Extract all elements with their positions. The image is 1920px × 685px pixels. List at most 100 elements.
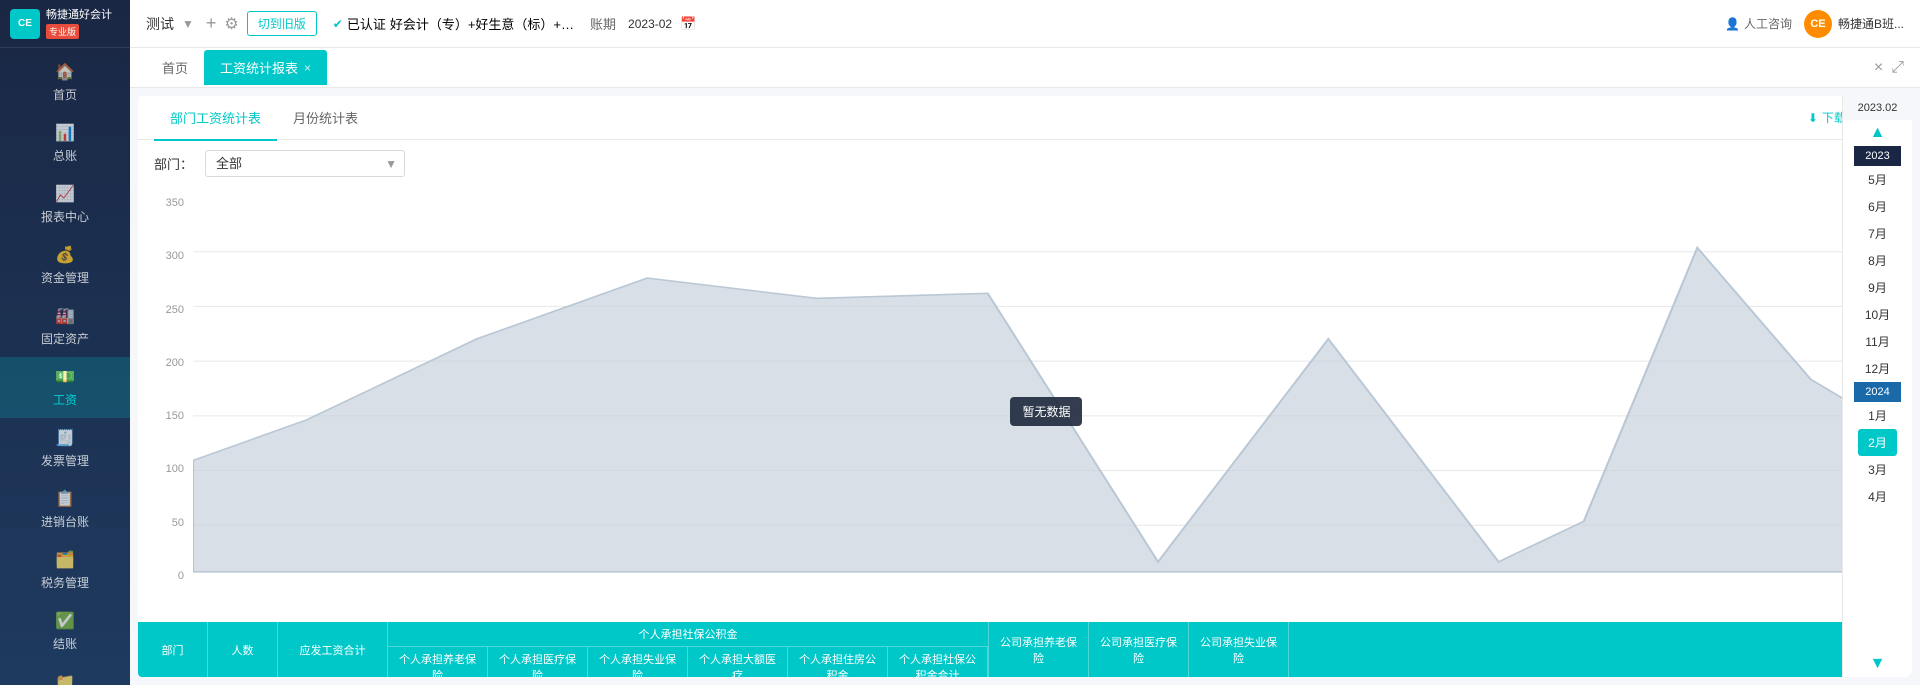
calendar-icon[interactable]: 📅 [680, 16, 696, 32]
chart-container: 050100150200250300350 [138, 187, 1912, 622]
settle-label: 结账 [53, 635, 77, 652]
reports-label: 报表中心 [41, 208, 89, 225]
panel-close-button[interactable]: × [1874, 59, 1883, 77]
sidebar-item-tax[interactable]: 🗂️ 税务管理 [0, 540, 130, 601]
tab-payroll-report[interactable]: 工资统计报表 × [204, 50, 327, 85]
sidebar-item-sales[interactable]: 📋 进销台账 [0, 479, 130, 540]
date-panel: 2023.02 ▲ 20235月6月7月8月9月10月11月12月20241月2… [1842, 96, 1912, 677]
filter-row: 部门： 全部财务部技术部销售部人事部 ▼ [138, 140, 1912, 187]
date-month-item[interactable]: 5月 [1854, 166, 1901, 193]
user-menu[interactable]: CE 畅捷通B班... [1804, 10, 1904, 38]
invoices-icon: 🧾 [55, 428, 75, 448]
topbar: 测试 ▼ + ⚙ 切到旧版 ✔ 已认证 好会计（专）+好生意（标）+… 账期 2… [130, 0, 1920, 48]
sidebar-item-invoices[interactable]: 🧾 发票管理 [0, 418, 130, 479]
sidebar-nav: 🏠 首页 📊 总账 📈 报表中心 💰 资金管理 🏭 固定资产 💵 工资 🧾 发票… [0, 48, 130, 685]
chart-svg [193, 197, 1896, 582]
funds-label: 资金管理 [41, 269, 89, 286]
switch-version-button[interactable]: 切到旧版 [247, 11, 317, 36]
home-label: 首页 [53, 86, 77, 103]
assets-icon: 🏭 [55, 306, 75, 326]
period-value: 2023-02 [628, 17, 672, 31]
date-month-item[interactable]: 11月 [1854, 328, 1901, 355]
sidebar: CE 畅捷通好会计 专业版 🏠 首页 📊 总账 📈 报表中心 💰 资金管理 🏭 … [0, 0, 130, 685]
tab-close-icon[interactable]: × [304, 61, 311, 75]
date-months-list: 20235月6月7月8月9月10月11月12月20241月2月3月4月 [1854, 146, 1901, 651]
tab-monthly-stats[interactable]: 月份统计表 [277, 96, 374, 141]
sidebar-item-settle[interactable]: ✅ 结账 [0, 601, 130, 662]
company-header-cell: 公司承担失业保险 [1189, 622, 1289, 677]
certified-icon: ✔ [333, 17, 343, 31]
y-axis-label: 150 [154, 410, 184, 422]
tax-label: 税务管理 [41, 574, 89, 591]
help-button[interactable]: 👤 人工咨询 [1725, 15, 1792, 32]
help-icon: 👤 [1725, 17, 1740, 31]
date-month-item[interactable]: 12月 [1854, 355, 1901, 382]
payroll-icon: 💵 [55, 367, 75, 387]
tags-text: 好会计（专）+好生意（标）+… [390, 14, 574, 33]
topbar-right: 👤 人工咨询 CE 畅捷通B班... [1725, 10, 1904, 38]
tab-dept-stats[interactable]: 部门工资统计表 [154, 96, 277, 141]
group-col-header: 个人承担养老保险 [388, 647, 488, 677]
dept-select[interactable]: 全部财务部技术部销售部人事部 [205, 150, 405, 177]
payroll-label: 工资 [53, 391, 77, 408]
panel-expand-button[interactable]: ⤢ [1891, 59, 1904, 77]
company-header-cell: 公司承担养老保险 [989, 622, 1089, 677]
chart-y-labels: 050100150200250300350 [154, 197, 184, 582]
date-month-item[interactable]: 10月 [1854, 301, 1901, 328]
date-month-item[interactable]: 4月 [1854, 483, 1901, 510]
user-name: 畅捷通B班... [1838, 15, 1904, 32]
date-month-item[interactable]: 7月 [1854, 220, 1901, 247]
sidebar-item-archive[interactable]: 📁 归档管理 [0, 662, 130, 685]
sidebar-item-assets[interactable]: 🏭 固定资产 [0, 296, 130, 357]
home-icon: 🏠 [55, 62, 75, 82]
sidebar-logo: CE 畅捷通好会计 专业版 [0, 0, 130, 48]
company-dropdown-icon[interactable]: ▼ [182, 17, 194, 31]
settle-icon: ✅ [55, 611, 75, 631]
assets-label: 固定资产 [41, 330, 89, 347]
dept-select-wrapper: 全部财务部技术部销售部人事部 ▼ [205, 150, 405, 177]
year-2023-section[interactable]: 2023 [1854, 146, 1901, 166]
sales-icon: 📋 [55, 489, 75, 509]
date-month-item[interactable]: 9月 [1854, 274, 1901, 301]
date-scroll-up-button[interactable]: ▲ [1866, 120, 1890, 146]
add-button[interactable]: + [206, 13, 217, 34]
date-month-item[interactable]: 1月 [1854, 402, 1901, 429]
date-month-item[interactable]: 8月 [1854, 247, 1901, 274]
date-month-item[interactable]: 2月 [1858, 429, 1897, 456]
help-label: 人工咨询 [1744, 15, 1792, 32]
group-col-header: 个人承担失业保险 [588, 647, 688, 677]
year-2024-section[interactable]: 2024 [1854, 382, 1901, 402]
sidebar-item-reports[interactable]: 📈 报表中心 [0, 174, 130, 235]
group-col-header: 个人承担住房公积金 [788, 647, 888, 677]
ledger-icon: 📊 [55, 123, 75, 143]
date-month-item[interactable]: 3月 [1854, 456, 1901, 483]
chart-svg-area: 暂无数据 [193, 197, 1896, 582]
app-edition: 专业版 [46, 24, 79, 39]
reports-icon: 📈 [55, 184, 75, 204]
sidebar-item-ledger[interactable]: 📊 总账 [0, 113, 130, 174]
date-year-display: 2023.02 [1843, 96, 1912, 120]
date-month-item[interactable]: 6月 [1854, 193, 1901, 220]
dept-filter-label: 部门： [154, 154, 193, 173]
download-button[interactable]: ⬇ 下载 [1808, 109, 1846, 126]
invoices-label: 发票管理 [41, 452, 89, 469]
sidebar-item-home[interactable]: 🏠 首页 [0, 52, 130, 113]
company-name: 测试 [146, 14, 174, 34]
certified-text: 已认证 [347, 14, 386, 33]
tab-bar: 首页 工资统计报表 × × ⤢ [130, 48, 1920, 88]
content-area: 首页 工资统计报表 × × ⤢ 部门工资统计表 月份统计表 ⬇ 下载 ↻ 刷新 [130, 48, 1920, 685]
sub-tabs: 部门工资统计表 月份统计表 ⬇ 下载 ↻ 刷新 [138, 96, 1912, 140]
group-title: 个人承担社保公积金 [388, 622, 988, 647]
app-logo-icon: CE [10, 9, 40, 39]
y-axis-label: 300 [154, 250, 184, 262]
date-scroll-down-button[interactable]: ▼ [1866, 651, 1890, 677]
table-header-cell: 应发工资合计 [278, 622, 388, 677]
archive-icon: 📁 [55, 672, 75, 685]
settings-icon[interactable]: ⚙ [224, 14, 238, 34]
period-label: 账期 [590, 14, 616, 33]
tab-home[interactable]: 首页 [146, 50, 204, 85]
sidebar-item-funds[interactable]: 💰 资金管理 [0, 235, 130, 296]
table-header: 部门人数应发工资合计个人承担社保公积金个人承担养老保险个人承担医疗保险个人承担失… [138, 622, 1912, 677]
sidebar-item-payroll[interactable]: 💵 工资 [0, 357, 130, 418]
sales-label: 进销台账 [41, 513, 89, 530]
